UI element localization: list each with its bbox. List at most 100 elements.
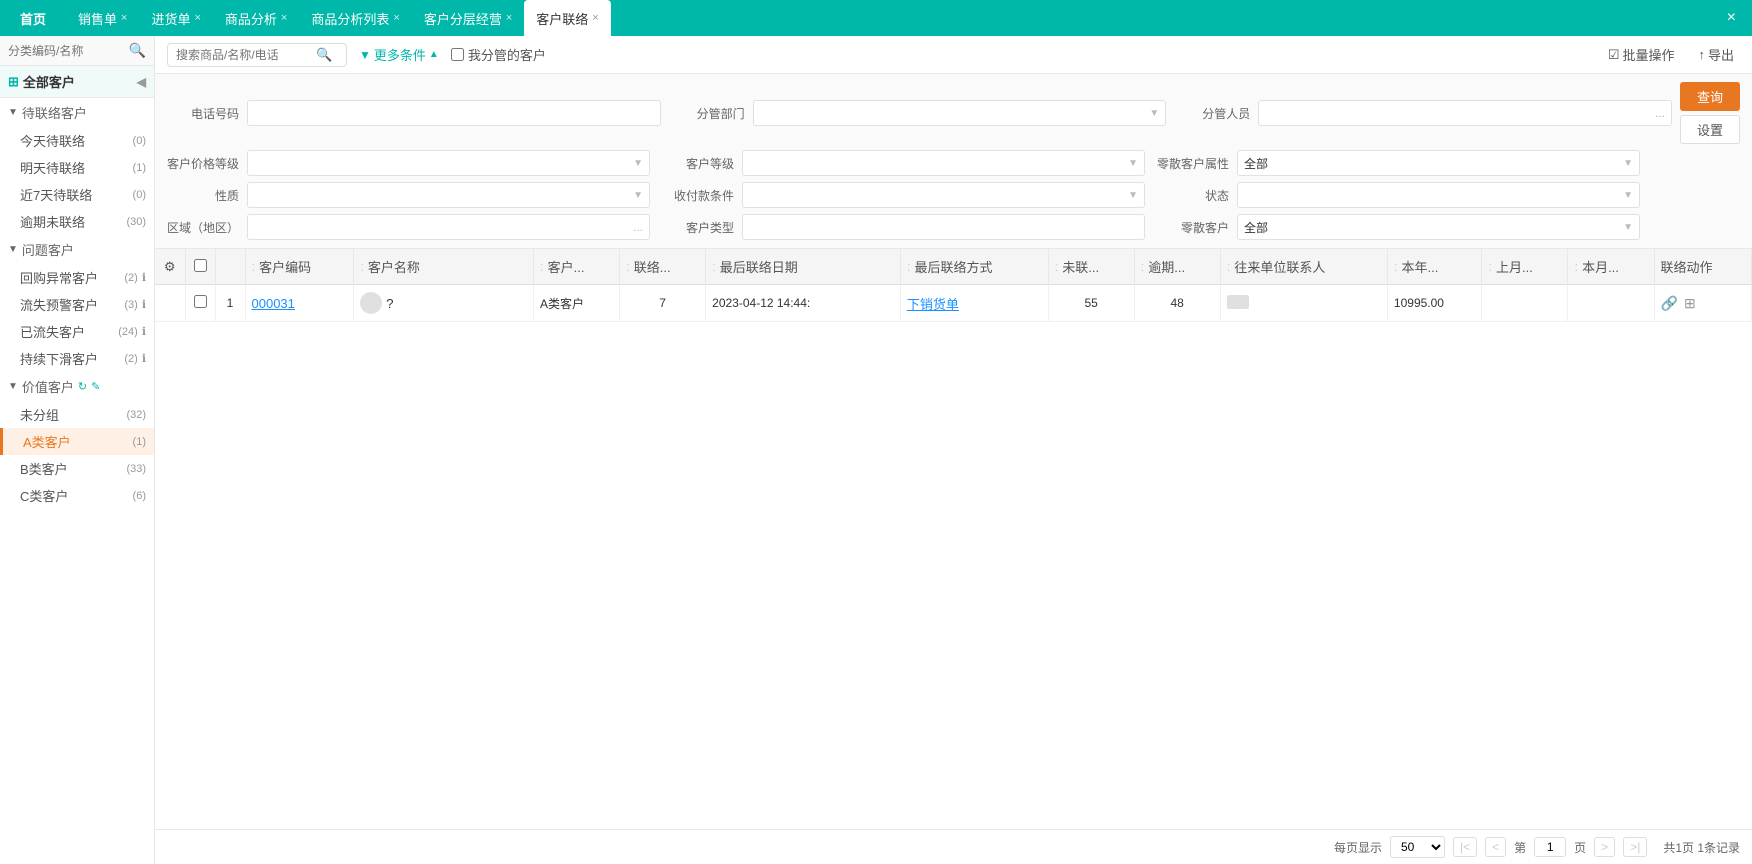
nav-tab-customer-seg[interactable]: 客户分层经营 × — [412, 0, 524, 36]
row-grid-icon[interactable]: ⊞ — [1684, 295, 1696, 312]
row-select-checkbox[interactable] — [194, 295, 207, 308]
col-last-contact-method[interactable]: : 最后联络方式 — [900, 249, 1048, 285]
sidebar-collapse-btn[interactable]: ◀ — [137, 75, 146, 89]
col-this-year[interactable]: : 本年... — [1387, 249, 1481, 285]
row-last-contact-method[interactable]: 下销货单 — [900, 285, 1048, 322]
col-type[interactable]: : 客户... — [534, 249, 620, 285]
sidebar-item-class-a[interactable]: A类客户 (1) — [0, 428, 154, 455]
retail-customer-arrow: ▼ — [1623, 222, 1633, 233]
close-tab-customer-contact[interactable]: × — [592, 12, 598, 24]
sidebar-item-overdue[interactable]: 逾期未联络 (30) — [0, 208, 154, 235]
gear-icon[interactable]: ⚙ — [164, 259, 176, 274]
sidebar-search-input[interactable] — [8, 44, 129, 58]
sidebar-item-churn-warning[interactable]: 流失预警客户 (3) ℹ — [0, 291, 154, 318]
nav-tab-customer-contact[interactable]: 客户联络 × — [524, 0, 610, 36]
my-customers-check[interactable] — [451, 48, 464, 61]
nav-tab-purchase[interactable]: 进货单 × — [139, 0, 212, 36]
row-last-contact-date: 2023-04-12 14:44: — [706, 285, 901, 322]
filter-search-icon[interactable]: 🔍 — [316, 47, 332, 63]
filter-field-price-level: 客户价格等级 ▼ — [167, 150, 650, 176]
sidebar-item-class-b[interactable]: B类客户 (33) — [0, 455, 154, 482]
row-link-icon[interactable]: 🔗 — [1661, 295, 1678, 312]
info-icon-2: ℹ — [142, 298, 146, 311]
first-page-btn[interactable]: |< — [1453, 837, 1477, 857]
my-customers-checkbox[interactable]: 我分管的客户 — [451, 45, 546, 64]
page-end-label: 页 — [1574, 839, 1586, 856]
phone-input[interactable] — [247, 100, 661, 126]
prev-page-btn[interactable]: < — [1485, 837, 1506, 857]
sidebar-item-unclassified[interactable]: 未分组 (32) — [0, 401, 154, 428]
row-checkbox[interactable] — [185, 285, 215, 322]
batch-op-btn[interactable]: ☑ 批量操作 — [1602, 42, 1681, 67]
col-no-contact[interactable]: : 未联... — [1048, 249, 1134, 285]
sidebar-group-pending[interactable]: ▼ 待联络客户 — [0, 98, 154, 127]
nav-tab-analysis-list[interactable]: 商品分析列表 × — [299, 0, 411, 36]
retail-customer-input[interactable]: 全部 ▼ — [1237, 214, 1640, 240]
retail-attr-input[interactable]: 全部 ▼ — [1237, 150, 1640, 176]
edit-icon[interactable]: ✎ — [91, 380, 100, 393]
sidebar-item-class-c[interactable]: C类客户 (6) — [0, 482, 154, 509]
row-code[interactable]: 000031 — [245, 285, 354, 322]
batch-icon: ☑ — [1608, 47, 1620, 63]
customer-type-input[interactable] — [742, 214, 1145, 240]
sidebar-search-icon[interactable]: 🔍 — [129, 42, 146, 59]
nature-input[interactable]: ▼ — [247, 182, 650, 208]
col-last-contact-date[interactable]: : 最后联络日期 — [706, 249, 901, 285]
col-name[interactable]: : 客户名称 — [354, 249, 534, 285]
col-code[interactable]: : 客户编码 — [245, 249, 354, 285]
nav-tab-sales[interactable]: 销售单 × — [66, 0, 139, 36]
refresh-icon[interactable]: ↻ — [78, 380, 87, 393]
top-nav: 首页 销售单 × 进货单 × 商品分析 × 商品分析列表 × 客户分层经营 × … — [0, 0, 1752, 36]
page-number-input[interactable] — [1534, 837, 1566, 857]
next-page-btn[interactable]: > — [1594, 837, 1615, 857]
sidebar-item-7day-pending[interactable]: 近7天待联络 (0) — [0, 181, 154, 208]
dept-input[interactable]: ▼ — [753, 100, 1167, 126]
query-btn[interactable]: 查询 — [1680, 82, 1740, 111]
payment-input[interactable]: ▼ — [742, 182, 1145, 208]
filter-search-input[interactable] — [176, 48, 316, 62]
sidebar-item-repurchase-anomaly[interactable]: 回购异常客户 (2) ℹ — [0, 264, 154, 291]
select-all-checkbox[interactable] — [194, 259, 207, 272]
col-settings[interactable]: ⚙ — [155, 249, 185, 285]
sidebar-item-declining[interactable]: 持续下滑客户 (2) ℹ — [0, 345, 154, 372]
close-tab-purchase[interactable]: × — [194, 12, 200, 24]
close-tab-analysis-list[interactable]: × — [393, 12, 399, 24]
close-all-btn[interactable]: × — [1719, 9, 1744, 27]
col-checkbox-header[interactable] — [185, 249, 215, 285]
nav-tab-analysis[interactable]: 商品分析 × — [213, 0, 299, 36]
sidebar-item-tomorrow-pending[interactable]: 明天待联络 (1) — [0, 154, 154, 181]
customer-level-input[interactable]: ▼ — [742, 150, 1145, 176]
sidebar-group-problem[interactable]: ▼ 问题客户 — [0, 235, 154, 264]
col-contact[interactable]: : 联络... — [620, 249, 706, 285]
filter-more-btn[interactable]: ▼ 更多条件 ▲ — [359, 45, 439, 64]
close-tab-customer-seg[interactable]: × — [506, 12, 512, 24]
sidebar-all-customers-header[interactable]: ⊞ 全部客户 ◀ — [0, 66, 154, 98]
col-overdue[interactable]: : 逾期... — [1134, 249, 1220, 285]
close-tab-analysis[interactable]: × — [281, 12, 287, 24]
export-btn[interactable]: ↑ 导出 — [1692, 42, 1740, 67]
customer-code-link[interactable]: 000031 — [252, 296, 295, 311]
region-input[interactable]: ... — [247, 214, 650, 240]
price-level-input[interactable]: ▼ — [247, 150, 650, 176]
contact-method-link[interactable]: 下销货单 — [907, 297, 959, 312]
filter-search-box[interactable]: 🔍 — [167, 43, 347, 67]
nav-home[interactable]: 首页 — [8, 0, 58, 36]
col-unit-contact[interactable]: : 往来单位联系人 — [1220, 249, 1387, 285]
row-name[interactable]: ? — [354, 285, 534, 322]
filter-field-retail-attr: 零散客户属性 全部 ▼ — [1157, 150, 1640, 176]
sidebar-item-churned[interactable]: 已流失客户 (24) ℹ — [0, 318, 154, 345]
sidebar-group-value[interactable]: ▼ 价值客户 ↻ ✎ — [0, 372, 154, 401]
manager-input[interactable]: ... — [1258, 100, 1672, 126]
close-tab-sales[interactable]: × — [121, 12, 127, 24]
filter-field-manager: 分管人员 ... — [1178, 100, 1672, 126]
price-level-arrow: ▼ — [633, 158, 643, 169]
col-this-month[interactable]: : 本月... — [1568, 249, 1654, 285]
col-last-month[interactable]: : 上月... — [1482, 249, 1568, 285]
setting-btn[interactable]: 设置 — [1680, 115, 1740, 144]
per-page-select[interactable]: 50 100 200 — [1390, 836, 1445, 858]
sidebar-item-today-pending[interactable]: 今天待联络 (0) — [0, 127, 154, 154]
pagination-bar: 每页显示 50 100 200 |< < 第 页 > >| 共1页 1条记录 — [155, 829, 1752, 864]
last-page-btn[interactable]: >| — [1623, 837, 1647, 857]
status-input[interactable]: ▼ — [1237, 182, 1640, 208]
phone-label: 电话号码 — [167, 105, 247, 122]
